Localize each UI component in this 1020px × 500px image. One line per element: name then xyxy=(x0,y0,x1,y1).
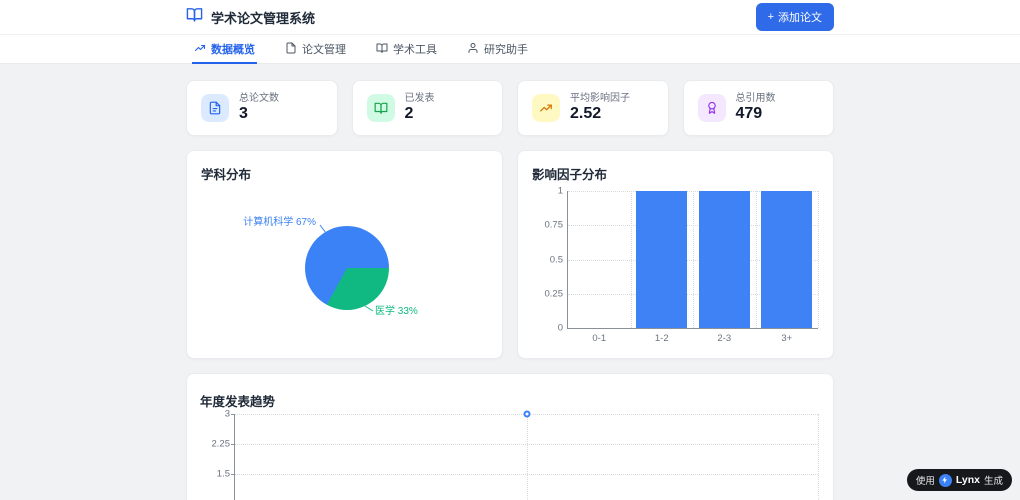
tab-label: 数据概览 xyxy=(211,44,255,56)
stats-row: 总论文数 3 已发表 2 平均影响因子 2.52 总引用数 479 xyxy=(186,80,834,136)
tab-label: 研究助手 xyxy=(484,44,528,56)
tab-research-assistant[interactable]: 研究助手 xyxy=(465,35,530,63)
lynx-logo-icon xyxy=(938,473,952,487)
file-text-icon xyxy=(201,94,229,122)
chart-title: 年度发表趋势 xyxy=(200,395,276,409)
award-icon xyxy=(697,94,726,122)
stat-value: 479 xyxy=(735,105,763,123)
impact-factor-distribution-card: 影响因子分布 0 0.25 0.5 0.75 1 0-1 1-2 2-3 3+ xyxy=(517,150,834,359)
data-point[interactable] xyxy=(523,410,530,418)
gridline-x xyxy=(693,191,694,328)
trend-icon xyxy=(194,42,206,57)
badge-suffix: 生成 xyxy=(983,476,1003,487)
charts-row: 学科分布 计算机科学 67% 医学 33% 影响因子分布 0 0.25 0.5 0.7… xyxy=(186,150,834,359)
open-book-icon xyxy=(186,6,203,28)
stat-label: 平均影响因子 xyxy=(570,93,630,105)
subject-pie-chart[interactable] xyxy=(305,226,389,310)
stat-card-total-citations: 总引用数 479 xyxy=(682,80,834,136)
subject-distribution-card: 学科分布 计算机科学 67% 医学 33% xyxy=(186,150,503,359)
stat-label: 总引用数 xyxy=(735,93,776,105)
stat-card-avg-impact-factor: 平均影响因子 2.52 xyxy=(517,80,669,136)
tab-label: 学术工具 xyxy=(393,44,437,56)
stat-label: 已发表 xyxy=(404,93,435,105)
x-axis-tick: 1-2 xyxy=(654,333,669,344)
book-icon xyxy=(376,42,388,57)
pie-label-computer-science: 计算机科学 67% xyxy=(243,217,316,228)
page-title: 学术论文管理系统 xyxy=(211,10,316,26)
tab-data-overview[interactable]: 数据概览 xyxy=(192,35,257,64)
lynx-generated-badge[interactable]: 使用 Lynx 生成 xyxy=(906,469,1012,491)
stat-value: 2.52 xyxy=(570,105,602,123)
plus-icon: + xyxy=(767,11,774,23)
x-axis-tick: 2-3 xyxy=(717,333,732,344)
annual-trend-line-chart[interactable]: 32.251.50.75 xyxy=(212,409,819,500)
y-axis-tick: 0 xyxy=(557,322,563,334)
titlebar: 学术论文管理系统 + 添加论文 xyxy=(0,0,1020,35)
tab-bar: 数据概览 论文管理 学术工具 研究助手 xyxy=(0,35,1020,64)
y-axis-tick: 2.25 xyxy=(211,438,231,450)
stat-value: 2 xyxy=(404,105,414,123)
trending-up-icon xyxy=(532,94,560,122)
bar-3+ xyxy=(761,191,813,328)
badge-brand: Lynx xyxy=(955,474,980,486)
stat-card-published: 已发表 2 xyxy=(351,80,503,136)
stat-card-total-papers: 总论文数 3 xyxy=(186,80,338,136)
gridline-x xyxy=(818,414,819,500)
y-axis-tick: 0.5 xyxy=(549,254,563,265)
impact-factor-bar-chart[interactable]: 0 0.25 0.5 0.75 1 0-1 1-2 2-3 3+ xyxy=(545,186,819,344)
book-open-icon xyxy=(366,94,395,122)
chart-title: 学科分布 xyxy=(201,168,252,182)
y-axis-tickmark xyxy=(231,414,235,415)
x-axis-tick: 3+ xyxy=(781,333,793,344)
y-axis-tick: 0.25 xyxy=(544,288,564,300)
gridline-x xyxy=(526,414,528,500)
bar-1-2 xyxy=(636,191,688,328)
gridline-x xyxy=(818,191,819,328)
tab-paper-management[interactable]: 论文管理 xyxy=(283,35,348,63)
chart-title: 影响因子分布 xyxy=(532,168,608,182)
bar-2-3 xyxy=(698,191,750,328)
tab-label: 论文管理 xyxy=(302,44,346,56)
document-icon xyxy=(285,42,297,57)
y-axis-tick: 3 xyxy=(224,408,230,420)
y-axis-tick: 1 xyxy=(557,185,563,197)
stat-value: 3 xyxy=(239,105,248,123)
y-axis-tick: 0.75 xyxy=(544,219,564,231)
pie-label-medicine: 医学 33% xyxy=(375,306,418,317)
tab-academic-tools[interactable]: 学术工具 xyxy=(374,35,439,63)
y-axis-tickmark xyxy=(231,444,235,445)
y-axis-tickmark xyxy=(231,474,235,475)
add-paper-button[interactable]: + 添加论文 xyxy=(755,3,834,31)
badge-prefix: 使用 xyxy=(915,476,935,487)
assistant-icon xyxy=(467,42,479,57)
x-axis-tick: 0-1 xyxy=(592,333,607,344)
dashboard-content: 总论文数 3 已发表 2 平均影响因子 2.52 总引用数 479 学科分布 计… xyxy=(186,80,834,500)
annual-trend-card: 年度发表趋势 32.251.50.75 xyxy=(186,373,834,500)
y-axis-tick: 1.5 xyxy=(216,468,230,480)
gridline-x xyxy=(755,191,757,328)
gridline-x xyxy=(630,191,632,328)
app-brand: 学术论文管理系统 xyxy=(186,6,315,28)
stat-label: 总论文数 xyxy=(239,93,279,105)
